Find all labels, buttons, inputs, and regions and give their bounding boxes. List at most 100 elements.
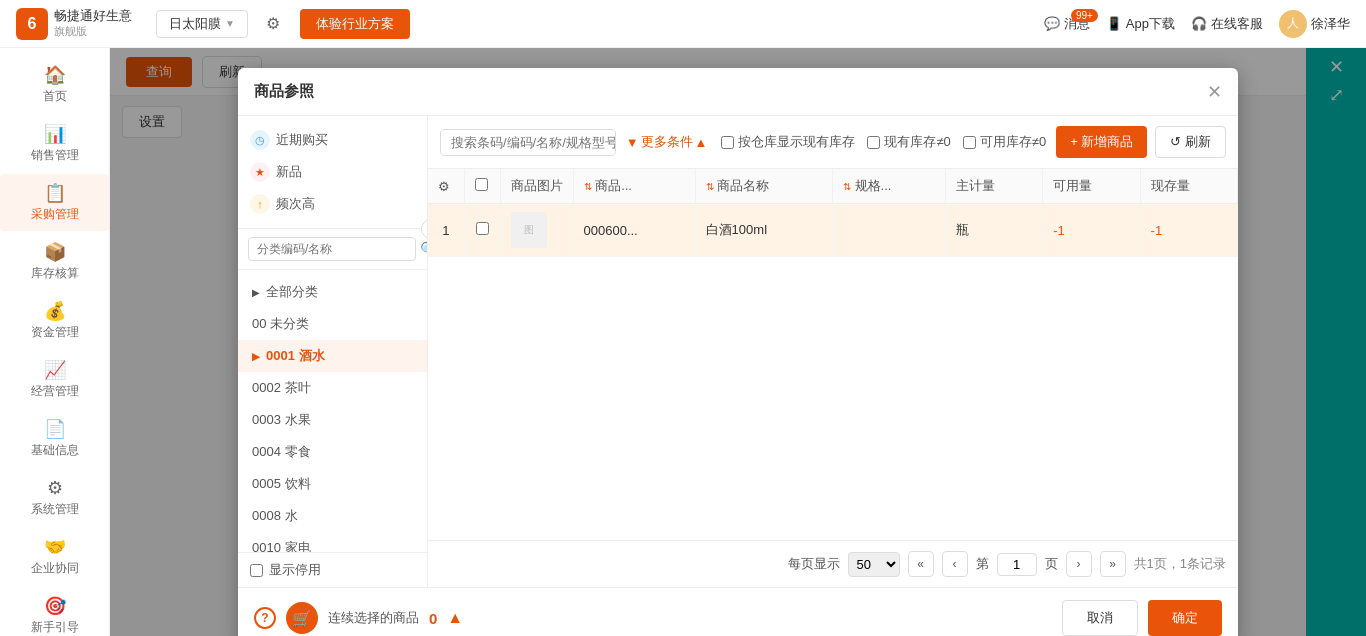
store-chevron-icon: ▼	[225, 18, 235, 29]
available-stock-filter[interactable]: 可用库存≠0	[963, 133, 1046, 151]
service-button[interactable]: 🎧 在线客服	[1191, 15, 1263, 33]
top-nav: 6 畅捷通好生意 旗舰版 日太阳膜 ▼ ⚙ 体验行业方案 💬 消息 99+ 📱 …	[0, 0, 1366, 48]
cancel-button[interactable]: 取消	[1062, 600, 1138, 636]
table-row[interactable]: 1 图 000600...	[428, 204, 1238, 257]
cat-item-beverage[interactable]: 0005 饮料	[238, 468, 427, 500]
logo-sub: 旗舰版	[54, 24, 132, 39]
warehouse-stock-checkbox[interactable]	[721, 136, 734, 149]
product-table: ⚙ 商品图片 ⇅ 商品...	[428, 169, 1238, 257]
prev-page-button[interactable]: ‹	[942, 551, 968, 577]
show-disabled-label[interactable]: 显示停用	[269, 561, 321, 579]
sort-icon: ⇅	[584, 181, 592, 192]
cat-item-tea[interactable]: 0002 茶叶	[238, 372, 427, 404]
new-products-item[interactable]: ★ 新品	[238, 156, 427, 188]
add-product-button[interactable]: + 新增商品	[1056, 126, 1147, 158]
nav-right: 💬 消息 99+ 📱 App下载 🎧 在线客服 人 徐泽华	[1044, 10, 1350, 38]
cart-button[interactable]: 🛒	[286, 602, 318, 634]
more-conditions-chevron-icon: ▲	[695, 135, 708, 150]
col-image: 商品图片	[500, 169, 573, 204]
col-name[interactable]: ⇅ 商品名称	[695, 169, 832, 204]
enterprise-icon: 🤝	[44, 536, 66, 558]
app-icon: 📱	[1106, 16, 1122, 31]
app-download-button[interactable]: 📱 App下载	[1106, 15, 1175, 33]
basic-info-icon: 📄	[44, 418, 66, 440]
filter-actions: + 新增商品 ↺ 刷新	[1056, 126, 1226, 158]
col-spec[interactable]: ⇅ 规格...	[832, 169, 945, 204]
sidebar-item-guide[interactable]: 🎯 新手引导	[0, 587, 109, 636]
category-search-bar: 🔍	[238, 229, 427, 270]
more-conditions-button[interactable]: ▼ 更多条件 ▲	[626, 133, 708, 151]
row-settings: 1	[428, 204, 464, 257]
settings-icon[interactable]: ⚙	[258, 9, 288, 39]
category-search-icon[interactable]: 🔍	[420, 241, 428, 257]
col-settings: ⚙	[428, 169, 464, 204]
cat-item-water[interactable]: 0008 水	[238, 500, 427, 532]
warehouse-stock-filter[interactable]: 按仓库显示现有库存	[721, 133, 855, 151]
table-header: ⚙ 商品图片 ⇅ 商品...	[428, 169, 1238, 204]
sidebar-item-operations[interactable]: 📈 经营管理	[0, 351, 109, 408]
show-disabled-section: 显示停用	[238, 552, 427, 587]
sidebar-item-sales[interactable]: 📊 销售管理	[0, 115, 109, 172]
recent-purchases-item[interactable]: ◷ 近期购买	[238, 124, 427, 156]
sidebar-item-enterprise[interactable]: 🤝 企业协同	[0, 528, 109, 585]
message-badge: 99+	[1071, 9, 1098, 22]
available-stock-checkbox[interactable]	[963, 136, 976, 149]
row-stock: -1	[1140, 204, 1237, 257]
product-search-input[interactable]	[441, 130, 616, 155]
row-select-checkbox[interactable]	[476, 222, 489, 235]
row-unit: 瓶	[945, 204, 1042, 257]
cat-item-uncategorized[interactable]: 00 未分类	[238, 308, 427, 340]
cat-item-fruit[interactable]: 0003 水果	[238, 404, 427, 436]
message-button[interactable]: 💬 消息 99+	[1044, 15, 1090, 33]
recent-icon: ◷	[250, 130, 270, 150]
avatar: 人	[1279, 10, 1307, 38]
next-page-button[interactable]: ›	[1066, 551, 1092, 577]
headset-icon: 🎧	[1191, 16, 1207, 31]
refresh-modal-button[interactable]: ↺ 刷新	[1155, 126, 1226, 158]
nonzero-stock-filter[interactable]: 现有库存≠0	[867, 133, 950, 151]
select-all-checkbox[interactable]	[475, 178, 488, 191]
purchase-icon: 📋	[44, 182, 66, 204]
cta-button[interactable]: 体验行业方案	[300, 9, 410, 39]
sidebar-item-home[interactable]: 🏠 首页	[0, 56, 109, 113]
cat-item-appliance[interactable]: 0010 家电	[238, 532, 427, 552]
show-disabled-checkbox[interactable]	[250, 564, 263, 577]
modal-footer: ? 🛒 连续选择的商品 0 ▲ 取消 确定	[238, 587, 1238, 636]
sidebar-item-finance[interactable]: 💰 资金管理	[0, 292, 109, 349]
product-reference-modal: 商品参照 ✕ ◷ 近期购买 ★	[238, 68, 1238, 636]
sidebar-item-purchase[interactable]: 📋 采购管理	[0, 174, 109, 231]
row-name: 白酒100ml	[695, 204, 832, 257]
sidebar-item-system[interactable]: ⚙ 系统管理	[0, 469, 109, 526]
store-selector[interactable]: 日太阳膜 ▼	[156, 10, 248, 38]
sidebar: 🏠 首页 📊 销售管理 📋 采购管理 📦 库存核算 💰 资金管理 📈 经营管理 …	[0, 48, 110, 636]
last-page-button[interactable]: »	[1100, 551, 1126, 577]
sort-icon-spec: ⇅	[843, 181, 851, 192]
footer-collapse-button[interactable]: ▲	[447, 609, 463, 627]
sidebar-item-inventory[interactable]: 📦 库存核算	[0, 233, 109, 290]
help-icon[interactable]: ?	[254, 607, 276, 629]
sales-icon: 📊	[44, 123, 66, 145]
user-menu[interactable]: 人 徐泽华	[1279, 10, 1350, 38]
sidebar-item-basic-info[interactable]: 📄 基础信息	[0, 410, 109, 467]
row-checkbox[interactable]	[464, 204, 500, 257]
row-image: 图	[500, 204, 573, 257]
category-search-input[interactable]	[248, 237, 416, 261]
modal-header: 商品参照 ✕	[238, 68, 1238, 116]
filter-bar: 🔍 ▼ 更多条件 ▲ 按仓库显示现有库存	[428, 116, 1238, 169]
col-check	[464, 169, 500, 204]
nonzero-stock-checkbox[interactable]	[867, 136, 880, 149]
cat-item-snack[interactable]: 0004 零食	[238, 436, 427, 468]
category-panel: ◷ 近期购买 ★ 新品 ↑ 频次高	[238, 116, 428, 587]
confirm-button[interactable]: 确定	[1148, 600, 1222, 636]
cat-item-alcohol[interactable]: ▶ 0001 酒水	[238, 340, 427, 372]
inventory-icon: 📦	[44, 241, 66, 263]
frequent-items[interactable]: ↑ 频次高	[238, 188, 427, 220]
cat-item-all[interactable]: ▶ 全部分类	[238, 276, 427, 308]
first-page-button[interactable]: «	[908, 551, 934, 577]
col-code[interactable]: ⇅ 商品...	[573, 169, 695, 204]
page-number-input[interactable]	[997, 553, 1037, 576]
modal-close-button[interactable]: ✕	[1207, 83, 1222, 101]
pagination-bar: 每页显示 50 100 « ‹ 第 页 › » 共	[428, 540, 1238, 587]
footer-actions: 取消 确定	[1062, 600, 1222, 636]
page-size-select[interactable]: 50 100	[848, 552, 900, 577]
